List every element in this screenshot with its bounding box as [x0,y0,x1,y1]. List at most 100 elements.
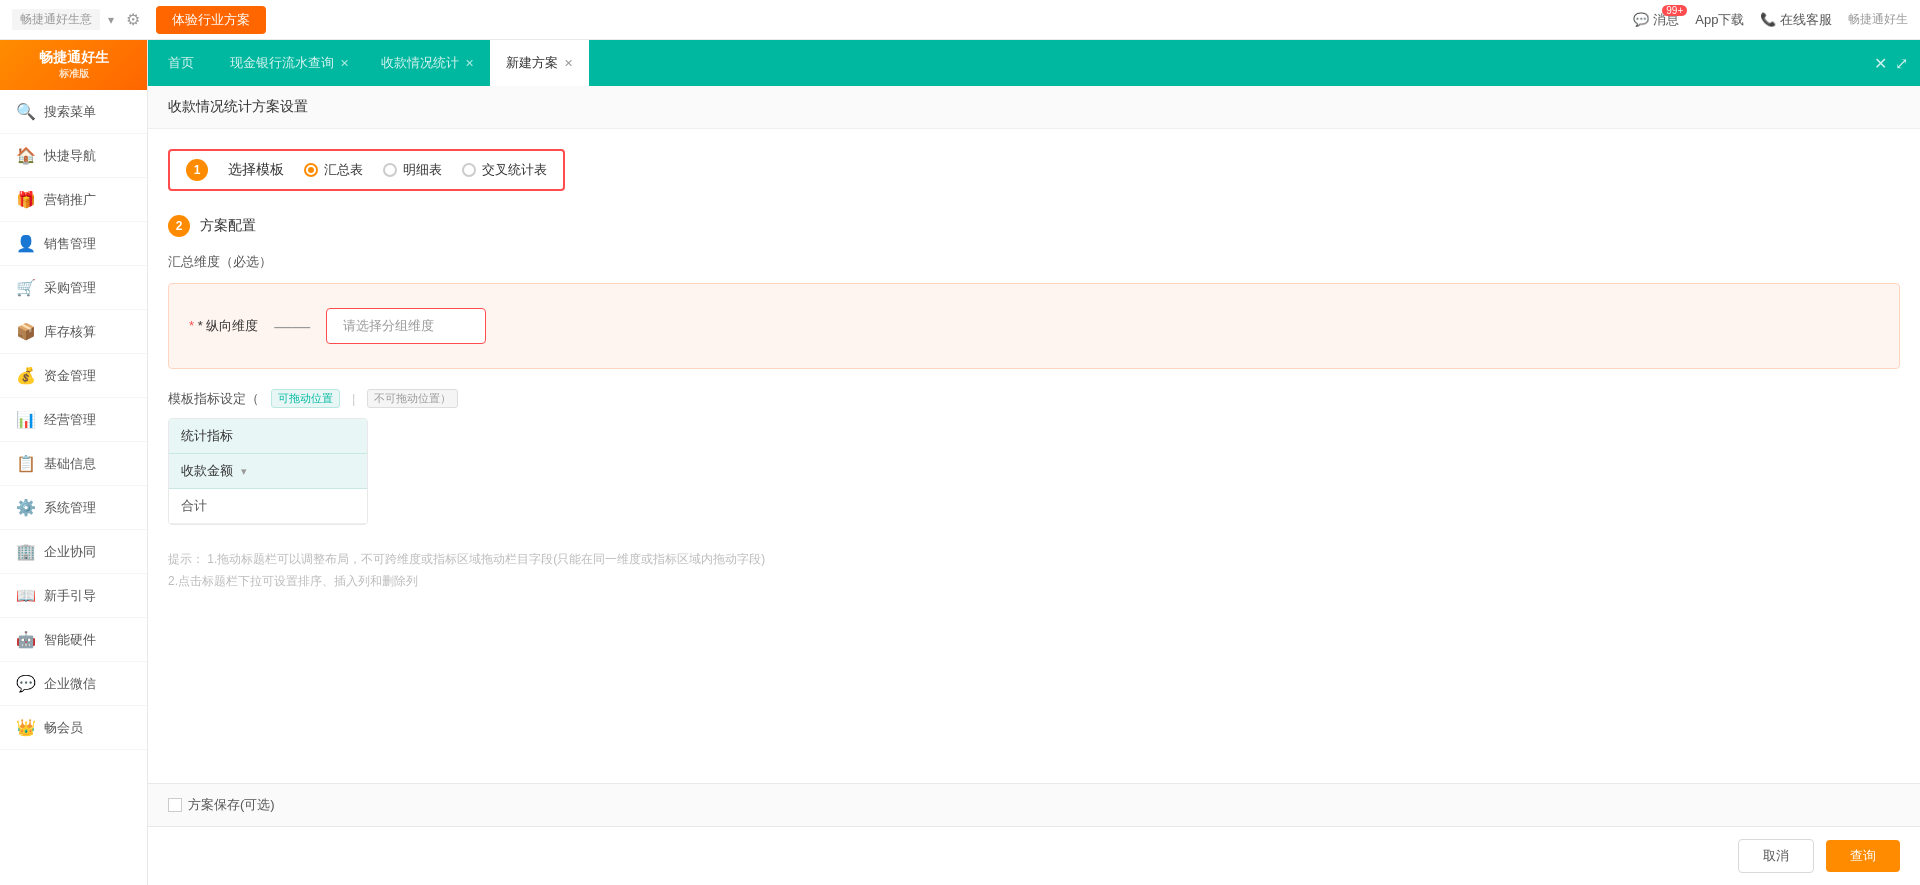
sidebar-label: 经营管理 [44,411,96,429]
dimension-arrow: —— [274,316,310,337]
app-download-btn[interactable]: App下载 [1695,11,1744,29]
radio-cross[interactable]: 交叉统计表 [462,161,547,179]
sidebar-item-finance[interactable]: 💰 资金管理 [0,354,147,398]
sidebar-item-member[interactable]: 👑 畅会员 [0,706,147,750]
cancel-button[interactable]: 取消 [1738,839,1814,873]
wechat-icon: 💬 [16,674,36,693]
template-select-box: 1 选择模板 汇总表 明细表 [168,149,565,191]
sidebar-item-smart-hw[interactable]: 🤖 智能硬件 [0,618,147,662]
step1-title: 选择模板 [228,161,284,179]
sidebar-label: 企业协同 [44,543,96,561]
purchase-icon: 🛒 [16,278,36,297]
online-support-btn[interactable]: 📞 在线客服 [1760,11,1832,29]
tab-bank-flow[interactable]: 现金银行流水查询 ✕ [214,40,365,86]
radio-detail[interactable]: 明细表 [383,161,442,179]
save-option-label[interactable]: 方案保存(可选) [168,796,275,814]
radio-summary[interactable]: 汇总表 [304,161,363,179]
sidebar-label: 库存核算 [44,323,96,341]
tab-bar: 首页 现金银行流水查询 ✕ 收款情况统计 ✕ 新建方案 ✕ ✕ ⤢ [148,40,1920,86]
sidebar-item-basic-info[interactable]: 📋 基础信息 [0,442,147,486]
smart-hw-icon: 🤖 [16,630,36,649]
radio-summary-label: 汇总表 [324,161,363,179]
indicator-tag-draggable: 可拖动位置 [271,389,340,408]
system-icon: ⚙️ [16,498,36,517]
dimension-section-title: 汇总维度（必选） [168,253,1900,271]
stats-table-col-header[interactable]: 收款金额 ▾ [169,454,367,489]
tab-close-new-plan[interactable]: ✕ [564,57,573,70]
tab-close-bank-flow[interactable]: ✕ [340,57,349,70]
sidebar-label: 企业微信 [44,675,96,693]
tab-bank-flow-label: 现金银行流水查询 [230,54,334,72]
indicator-tag-fixed: 不可拖动位置） [367,389,458,408]
trial-button[interactable]: 体验行业方案 [156,6,266,34]
finance-icon: 💰 [16,366,36,385]
sidebar-item-purchase[interactable]: 🛒 采购管理 [0,266,147,310]
breadcrumb-dropdown[interactable]: ▾ [108,13,114,27]
stats-table-header: 统计指标 [169,419,367,454]
enterprise-icon: 🏢 [16,542,36,561]
action-bar: 取消 查询 [148,826,1920,885]
sidebar-item-sales[interactable]: 👤 销售管理 [0,222,147,266]
save-option-checkbox[interactable] [168,798,182,812]
step1-header: 1 选择模板 汇总表 明细表 [168,149,1900,191]
tab-new-plan[interactable]: 新建方案 ✕ [490,40,589,86]
sidebar-item-enterprise-wechat[interactable]: 💬 企业微信 [0,662,147,706]
query-button[interactable]: 查询 [1826,840,1900,872]
bottom-bar: 方案保存(可选) [148,783,1920,826]
sidebar-item-enterprise-coop[interactable]: 🏢 企业协同 [0,530,147,574]
tab-receipt-stats[interactable]: 收款情况统计 ✕ [365,40,490,86]
tab-receipt-stats-label: 收款情况统计 [381,54,459,72]
gift-icon: 🎁 [16,190,36,209]
step1-number: 1 [186,159,208,181]
sidebar-item-guide[interactable]: 📖 新手引导 [0,574,147,618]
tab-expand-icon[interactable]: ⤢ [1895,54,1908,73]
sidebar-item-system[interactable]: ⚙️ 系统管理 [0,486,147,530]
header-right: 💬 消息 99+ App下载 📞 在线客服 畅捷通好生 [1633,11,1908,29]
sidebar-label: 采购管理 [44,279,96,297]
indicator-separator: | [352,391,355,406]
dimension-row-label: * * 纵向维度 [189,317,258,335]
dimension-area: * * 纵向维度 —— 请选择分组维度 [168,283,1900,369]
tip-line-1: 提示： 1.拖动标题栏可以调整布局，不可跨维度或指标区域拖动栏目字段(只能在同一… [168,549,1900,571]
notification-btn[interactable]: 💬 消息 99+ [1633,11,1679,29]
indicator-header: 模板指标设定（ 可拖动位置 | 不可拖动位置） [168,389,1900,408]
template-radio-group: 汇总表 明细表 交叉统计表 [304,161,547,179]
sidebar-label: 智能硬件 [44,631,96,649]
content-area: 首页 现金银行流水查询 ✕ 收款情况统计 ✕ 新建方案 ✕ ✕ ⤢ 收款情况统计… [148,40,1920,885]
sales-icon: 👤 [16,234,36,253]
user-name[interactable]: 畅捷通好生 [1848,11,1908,28]
tab-home[interactable]: 首页 [148,40,214,86]
dimension-required-star: * [189,318,198,333]
sidebar-label: 新手引导 [44,587,96,605]
step2-number: 2 [168,215,190,237]
main-layout: 畅捷通好生 标准版 🔍 搜索菜单 🏠 快捷导航 🎁 营销推广 👤 销售管理 🛒 … [0,40,1920,885]
sidebar-item-marketing[interactable]: 🎁 营销推广 [0,178,147,222]
save-option-text: 方案保存(可选) [188,796,275,814]
indicator-settings: 模板指标设定（ 可拖动位置 | 不可拖动位置） 统计指标 收款金额 [168,389,1900,529]
step2-header: 2 方案配置 [168,215,1900,237]
sidebar-item-search-menu[interactable]: 🔍 搜索菜单 [0,90,147,134]
stats-table-row: 合计 [169,489,367,524]
basic-info-icon: 📋 [16,454,36,473]
config-section: 汇总维度（必选） * * 纵向维度 —— 请选择分组维度 [168,253,1900,529]
form-container: 1 选择模板 汇总表 明细表 [148,129,1920,783]
sidebar-item-inventory[interactable]: 📦 库存核算 [0,310,147,354]
tab-close-receipt-stats[interactable]: ✕ [465,57,474,70]
logo-sub: 标准版 [59,67,89,81]
notification-count: 99+ [1662,5,1687,16]
dimension-select-btn[interactable]: 请选择分组维度 [326,308,486,344]
stats-col-label: 收款金额 [181,462,233,480]
sidebar-label: 搜索菜单 [44,103,96,121]
tip-section: 提示： 1.拖动标题栏可以调整布局，不可跨维度或指标区域拖动栏目字段(只能在同一… [168,549,1900,592]
settings-icon[interactable]: ⚙ [126,10,140,29]
col-dropdown-icon[interactable]: ▾ [241,465,247,478]
tab-home-label: 首页 [168,54,194,72]
sidebar-label: 快捷导航 [44,147,96,165]
sidebar-item-operation[interactable]: 📊 经营管理 [0,398,147,442]
radio-detail-circle [383,163,397,177]
sidebar-item-quick-nav[interactable]: 🏠 快捷导航 [0,134,147,178]
tab-bar-actions: ✕ ⤢ [1874,54,1908,73]
dimension-row-text: * 纵向维度 [198,318,259,333]
tab-close-all-icon[interactable]: ✕ [1874,54,1887,73]
breadcrumb: 畅捷通好生意 [12,9,100,30]
